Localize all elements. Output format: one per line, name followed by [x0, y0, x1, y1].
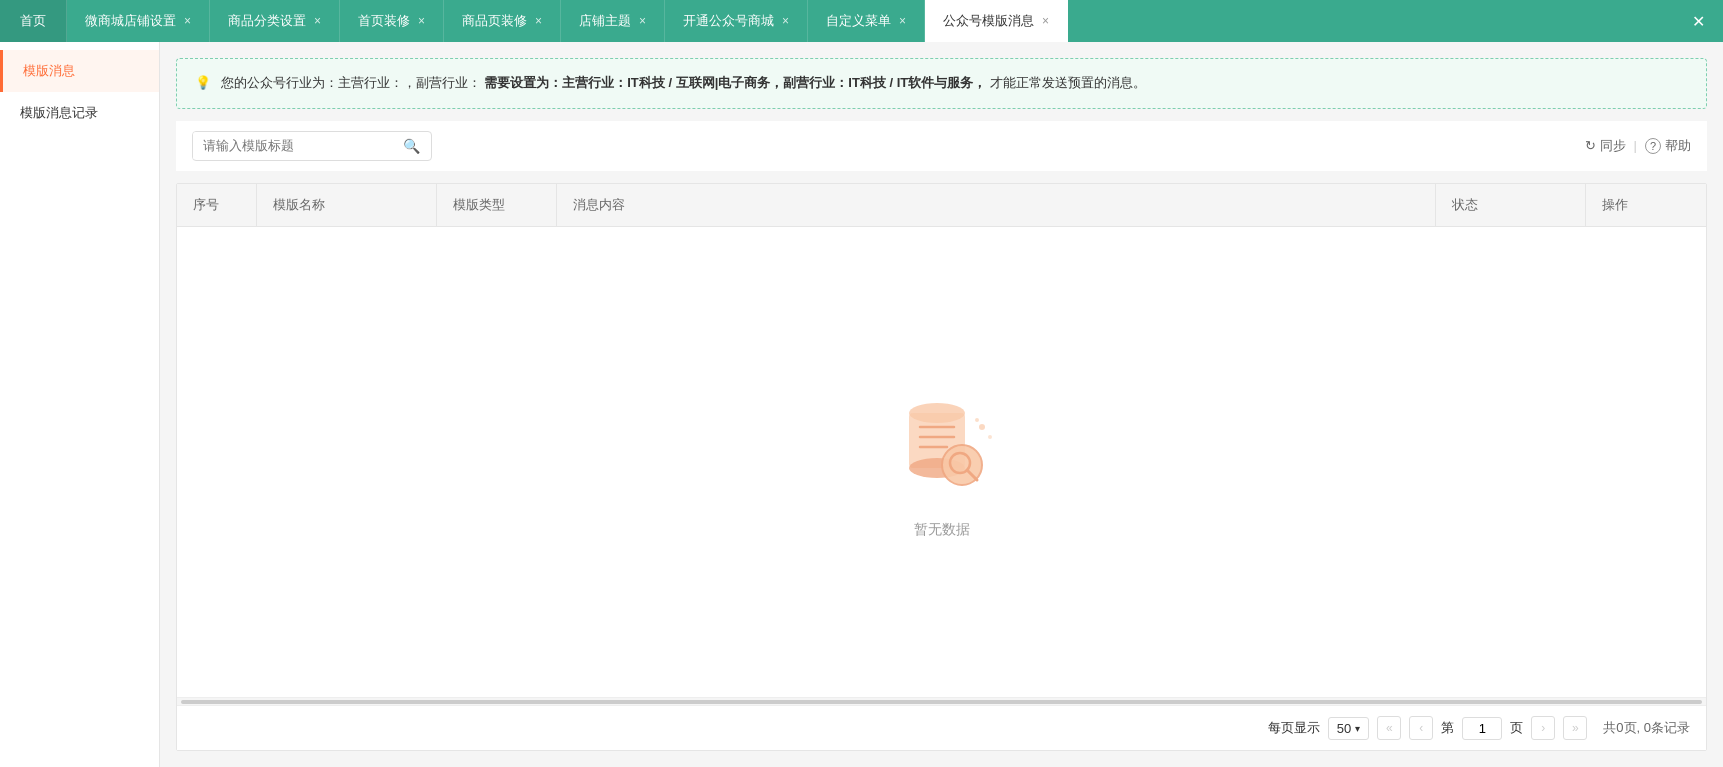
search-toolbar: 🔍 ↻ 同步 | ? 帮助 — [176, 121, 1707, 171]
help-button[interactable]: ? 帮助 — [1645, 137, 1691, 155]
tab-product-decor[interactable]: 商品页装修 × — [444, 0, 561, 42]
page-size-label: 每页显示 — [1268, 719, 1320, 737]
sidebar-item-template-msg[interactable]: 模版消息 — [0, 50, 159, 92]
horizontal-scrollbar[interactable] — [177, 697, 1706, 705]
th-index: 序号 — [177, 184, 257, 226]
tab-bar: 首页 微商城店铺设置 × 商品分类设置 × 首页装修 × 商品页装修 × 店铺主… — [0, 0, 1723, 42]
tab-category-setting[interactable]: 商品分类设置 × — [210, 0, 340, 42]
sidebar-item-template-msg-label: 模版消息 — [23, 63, 75, 78]
pagination: 每页显示 50 ▾ « ‹ 第 页 › — [177, 705, 1706, 750]
th-action: 操作 — [1586, 184, 1706, 226]
tab-template-msg-label: 公众号模版消息 — [943, 12, 1034, 30]
th-name: 模版名称 — [257, 184, 437, 226]
notice-highlight: 需要设置为：主营行业：IT科技 / 互联网|电子商务，副营行业：IT科技 / I… — [484, 75, 986, 90]
content-area: 💡 您的公众号行业为：主营行业：，副营行业： 需要设置为：主营行业：IT科技 /… — [160, 42, 1723, 767]
main-layout: 模版消息 模版消息记录 💡 您的公众号行业为：主营行业：，副营行业： 需要设置为… — [0, 42, 1723, 767]
total-info: 共0页, 0条记录 — [1603, 719, 1690, 737]
sidebar-item-template-msg-log[interactable]: 模版消息记录 — [0, 92, 159, 134]
sync-label: 同步 — [1600, 137, 1626, 155]
notice-suffix: 才能正常发送预置的消息。 — [990, 75, 1146, 90]
table-container: 序号 模版名称 模版类型 消息内容 状态 操作 — [176, 183, 1707, 751]
tab-custom-menu[interactable]: 自定义菜单 × — [808, 0, 925, 42]
sidebar: 模版消息 模版消息记录 — [0, 42, 160, 767]
th-type: 模版类型 — [437, 184, 557, 226]
tab-category-setting-label: 商品分类设置 — [228, 12, 306, 30]
tab-shop-setting[interactable]: 微商城店铺设置 × — [67, 0, 210, 42]
page-size-value: 50 — [1337, 721, 1351, 736]
page-size-select[interactable]: 50 ▾ — [1328, 717, 1369, 740]
prev-page-button[interactable]: ‹ — [1409, 716, 1433, 740]
close-template-msg-icon[interactable]: × — [1042, 14, 1049, 28]
svg-point-9 — [979, 424, 985, 430]
svg-point-10 — [988, 435, 992, 439]
sidebar-item-template-msg-log-label: 模版消息记录 — [20, 105, 98, 120]
close-open-mall-icon[interactable]: × — [782, 14, 789, 28]
tab-shop-theme[interactable]: 店铺主题 × — [561, 0, 665, 42]
tab-open-mall-label: 开通公众号商城 — [683, 12, 774, 30]
search-button[interactable]: 🔍 — [393, 132, 430, 160]
tab-home[interactable]: 首页 — [0, 0, 67, 42]
next-page-button[interactable]: › — [1531, 716, 1555, 740]
close-category-setting-icon[interactable]: × — [314, 14, 321, 28]
empty-illustration — [882, 385, 1002, 505]
tab-shop-theme-label: 店铺主题 — [579, 12, 631, 30]
close-custom-menu-icon[interactable]: × — [899, 14, 906, 28]
close-home-decor-icon[interactable]: × — [418, 14, 425, 28]
toolbar-divider: | — [1634, 138, 1637, 153]
page-number-input[interactable] — [1462, 717, 1502, 740]
notice-icon: 💡 — [195, 75, 211, 90]
page-size-chevron-icon: ▾ — [1355, 723, 1360, 734]
toolbar-right: ↻ 同步 | ? 帮助 — [1585, 137, 1691, 155]
prev-page-icon: ‹ — [1419, 721, 1423, 735]
tab-product-decor-label: 商品页装修 — [462, 12, 527, 30]
first-page-icon: « — [1386, 721, 1393, 735]
close-shop-setting-icon[interactable]: × — [184, 14, 191, 28]
help-label: 帮助 — [1665, 137, 1691, 155]
tab-template-msg[interactable]: 公众号模版消息 × — [925, 0, 1068, 42]
window-close-button[interactable]: ✕ — [1673, 0, 1723, 42]
last-page-button[interactable]: » — [1563, 716, 1587, 740]
search-input[interactable] — [193, 132, 393, 159]
first-page-button[interactable]: « — [1377, 716, 1401, 740]
empty-state: 暂无数据 — [177, 227, 1706, 697]
sync-icon: ↻ — [1585, 138, 1596, 153]
last-page-icon: » — [1572, 721, 1579, 735]
tab-open-mall[interactable]: 开通公众号商城 × — [665, 0, 808, 42]
table-header: 序号 模版名称 模版类型 消息内容 状态 操作 — [177, 184, 1706, 227]
close-shop-theme-icon[interactable]: × — [639, 14, 646, 28]
svg-point-11 — [975, 418, 979, 422]
tab-custom-menu-label: 自定义菜单 — [826, 12, 891, 30]
next-page-icon: › — [1541, 721, 1545, 735]
th-status: 状态 — [1436, 184, 1586, 226]
tab-shop-setting-label: 微商城店铺设置 — [85, 12, 176, 30]
notice-banner: 💡 您的公众号行业为：主营行业：，副营行业： 需要设置为：主营行业：IT科技 /… — [176, 58, 1707, 109]
notice-prefix: 您的公众号行业为：主营行业：，副营行业： — [221, 75, 481, 90]
tab-home-label: 首页 — [20, 12, 46, 30]
sync-button[interactable]: ↻ 同步 — [1585, 137, 1626, 155]
page-prefix: 第 — [1441, 719, 1454, 737]
help-icon: ? — [1645, 138, 1661, 154]
th-content: 消息内容 — [557, 184, 1436, 226]
scroll-thumb — [181, 700, 1702, 704]
close-product-decor-icon[interactable]: × — [535, 14, 542, 28]
empty-text: 暂无数据 — [914, 521, 970, 539]
page-unit: 页 — [1510, 719, 1523, 737]
tab-home-decor-label: 首页装修 — [358, 12, 410, 30]
tab-home-decor[interactable]: 首页装修 × — [340, 0, 444, 42]
search-input-wrap: 🔍 — [192, 131, 432, 161]
